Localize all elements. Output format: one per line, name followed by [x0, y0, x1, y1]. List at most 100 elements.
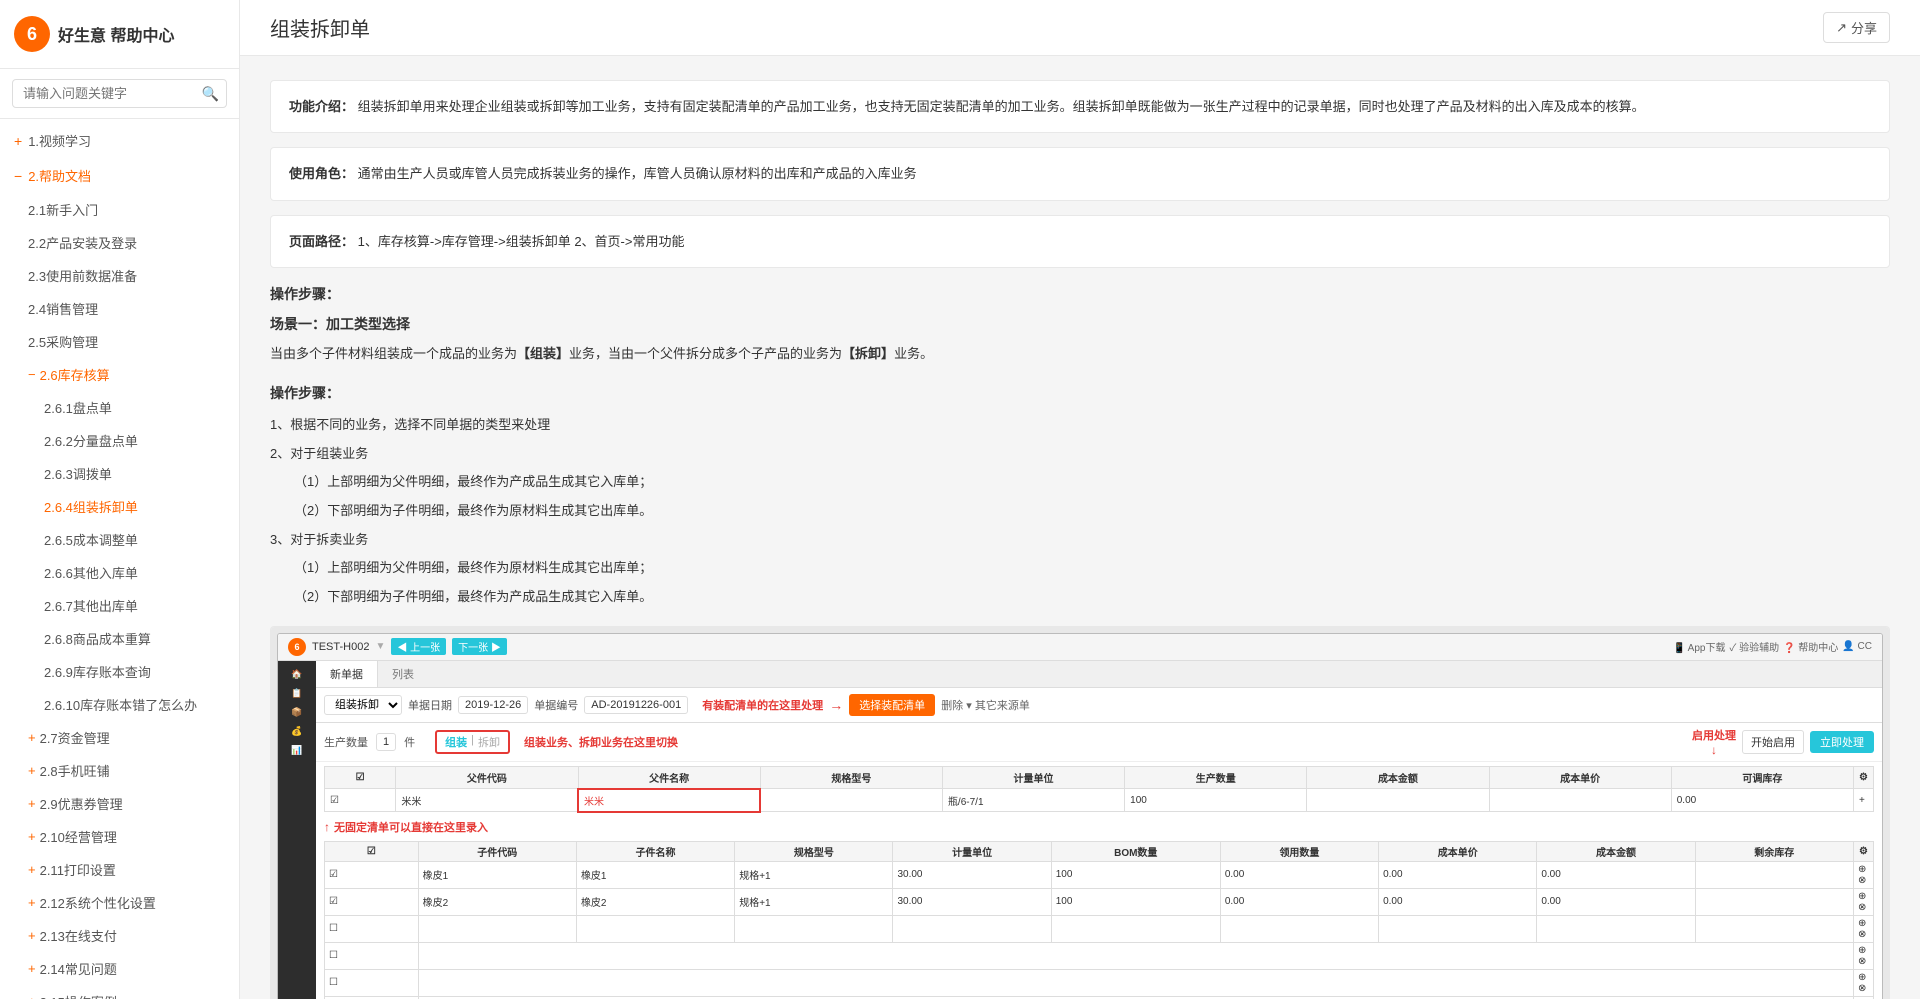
sidebar-item-inventory-4[interactable]: 2.6.4组装拆卸单	[0, 490, 239, 523]
sidebar-item-cases[interactable]: + 2.15操作案例	[0, 985, 239, 999]
mock-sub-col-cost-amt: 成本金额	[1537, 841, 1695, 861]
mock-sidebar-icon4: 💰	[291, 726, 302, 737]
main-header: 组装拆卸单 ↗ 分享	[240, 0, 1920, 56]
annot1-arrow: →	[829, 697, 843, 713]
mock-col-unit: 计量单位	[942, 766, 1124, 789]
sidebar-item-ops[interactable]: + 2.10经营管理	[0, 820, 239, 853]
mock-tab-list[interactable]: 列表	[378, 661, 428, 687]
mock-row1-check[interactable]: ☑	[325, 789, 396, 812]
mock-sub-row-3: ☐	[325, 915, 1874, 942]
page-title: 组装拆卸单	[270, 13, 370, 42]
sidebar-item-docs[interactable]: − 2.帮助文档	[0, 158, 239, 193]
mock-row1-name[interactable]: 米米	[578, 789, 760, 812]
annot4-text: 无固定清单可以直接在这里录入	[334, 819, 488, 835]
mock-col-parent-name: 父件名称	[578, 766, 760, 789]
mock-no-input[interactable]: AD-20191226-001	[584, 696, 688, 714]
sidebar-item-newbie[interactable]: 2.1新手入门	[0, 193, 239, 226]
mock-sub-row-2: ☑ 橡皮2 橡皮2 规格+1 30.00 100 0.00 0.00	[325, 888, 1874, 915]
sidebar-item-inventory-3[interactable]: 2.6.3调拨单	[0, 457, 239, 490]
mock-sidebar-icon5: 📊	[291, 745, 302, 756]
search-input[interactable]	[12, 79, 227, 108]
mock-type-disassemble[interactable]: 拆卸	[478, 734, 500, 750]
sidebar-item-mobile[interactable]: + 2.8手机旺铺	[0, 754, 239, 787]
sidebar-item-faq[interactable]: + 2.14常见问题	[0, 952, 239, 985]
path-box: 页面路径： 1、库存核算->库存管理->组装拆卸单 2、首页->常用功能	[270, 215, 1890, 268]
mock-select-bom-btn[interactable]: 选择装配清单	[849, 694, 935, 716]
expand-icon: +	[14, 133, 22, 149]
share-button[interactable]: ↗ 分享	[1823, 12, 1890, 43]
mock-row1-action[interactable]: +	[1854, 789, 1874, 812]
sidebar-item-sales[interactable]: 2.4销售管理	[0, 292, 239, 325]
sidebar-item-coupon[interactable]: + 2.9优惠券管理	[0, 787, 239, 820]
func-intro-box: 功能介绍： 组装拆卸单用来处理企业组装或拆卸等加工业务，支持有固定装配清单的产品…	[270, 80, 1890, 133]
mock-processing-type-toggle[interactable]: 组装 | 拆卸	[435, 730, 510, 754]
mock-prev-btn[interactable]: ◀ 上一张	[391, 638, 446, 655]
sidebar-item-inventory[interactable]: − 2.6库存核算	[0, 358, 239, 391]
main-area: 组装拆卸单 ↗ 分享 功能介绍： 组装拆卸单用来处理企业组装或拆卸等加工业务，支…	[240, 0, 1920, 999]
func-intro-label: 功能介绍：	[289, 99, 354, 114]
mock-col-prod-qty: 生产数量	[1125, 766, 1307, 789]
mock-tabs: 新单据 列表	[316, 661, 1882, 688]
mock-type-assemble[interactable]: 组装	[445, 734, 467, 750]
sidebar-item-inventory-1[interactable]: 2.6.1盘点单	[0, 391, 239, 424]
mock-col-cost-amt: 成本金额	[1307, 766, 1489, 789]
mock-sub-row-1: ☑ 橡皮1 橡皮1 规格+1 30.00 100 0.00 0.00	[325, 861, 1874, 888]
sidebar-item-inventory-2[interactable]: 2.6.2分量盘点单	[0, 424, 239, 457]
step-3: 3、对于拆卖业务	[270, 528, 1890, 553]
sidebar-item-personalize[interactable]: + 2.12系统个性化设置	[0, 886, 239, 919]
sidebar-item-inventory-10[interactable]: 2.6.10库存账本错了怎么办	[0, 688, 239, 721]
sidebar-item-install[interactable]: 2.2产品安装及登录	[0, 226, 239, 259]
step-3-2: （2）下部明细为子件明细，最终作为产成品生成其它入库单。	[270, 585, 1890, 610]
annot3-text: 启用处理	[1692, 727, 1736, 743]
annot1-text: 有装配清单的在这里处理	[702, 697, 823, 713]
mock-col-check: ☑	[325, 766, 396, 789]
scene1-title: 场景一：加工类型选择	[270, 314, 1890, 334]
step-2-1: （1）上部明细为父件明细，最终作为产成品生成其它入库单；	[270, 470, 1890, 495]
sidebar-logo: 6 好生意 帮助中心	[0, 0, 239, 69]
mock-bottom-table-area: ☑ 子件代码 子件名称 规格型号 计量单位 BOM数量 领用数量 成本单价	[316, 837, 1882, 999]
sidebar-item-inventory-9[interactable]: 2.6.9库存账本查询	[0, 655, 239, 688]
finance-plus-icon: +	[28, 730, 36, 745]
mock-row1-name-text: 米米	[584, 797, 604, 808]
mock-type-select[interactable]: 组装拆卸	[324, 695, 402, 715]
mock-sidebar-icon2: 📋	[291, 688, 302, 699]
mock-sub-col-op: ⚙	[1854, 841, 1874, 861]
search-icon[interactable]: 🔍	[202, 85, 219, 102]
mock-enable-btn[interactable]: 立即处理	[1810, 731, 1874, 753]
inventory-minus-icon: −	[28, 367, 36, 382]
mock-dropdown-icon: ▼	[375, 641, 385, 652]
mock-enable-section: 启用处理 ↓ 开始启用 立即处理	[1692, 727, 1874, 757]
sidebar-item-video[interactable]: + 1.视频学习	[0, 123, 239, 158]
mock-sub-row-4: ☐ ⊕ ⊗	[325, 942, 1874, 969]
mock-col-ops: ⚙	[1854, 766, 1874, 789]
mock-help-icon: ❓ 帮助中心	[1783, 639, 1838, 654]
mock-form-toolbar: 组装拆卸 单据日期 2019-12-26 单据编号 AD-20191226-00…	[316, 688, 1882, 723]
mock-sub-col-unit: 计量单位	[893, 841, 1051, 861]
sidebar-item-print[interactable]: + 2.11打印设置	[0, 853, 239, 886]
mock-qty-input[interactable]: 1	[376, 733, 396, 751]
sidebar-item-online-payment[interactable]: + 2.13在线支付	[0, 919, 239, 952]
sidebar-item-inventory-7[interactable]: 2.6.7其他出库单	[0, 589, 239, 622]
sidebar-item-data-prep[interactable]: 2.3使用前数据准备	[0, 259, 239, 292]
mock-sub-col-spec: 规格型号	[735, 841, 893, 861]
sidebar-item-inventory-6[interactable]: 2.6.6其他入库单	[0, 556, 239, 589]
mock-sub-row-5: ☐ ⊕ ⊗	[325, 969, 1874, 996]
sidebar-item-inventory-5[interactable]: 2.6.5成本调整单	[0, 523, 239, 556]
mock-tab-new[interactable]: 新单据	[316, 661, 378, 687]
sidebar-item-purchase[interactable]: 2.5采购管理	[0, 325, 239, 358]
content-area: 功能介绍： 组装拆卸单用来处理企业组装或拆卸等加工业务，支持有固定装配清单的产品…	[240, 56, 1920, 999]
mock-next-btn[interactable]: 下一张 ▶	[452, 638, 507, 655]
role-label: 使用角色：	[289, 166, 354, 181]
mock-date-input[interactable]: 2019-12-26	[458, 696, 528, 714]
mock-bottom-table: ☑ 子件代码 子件名称 规格型号 计量单位 BOM数量 领用数量 成本单价	[324, 841, 1874, 999]
annot3-arrow: ↓	[1711, 743, 1717, 757]
ops-title: 操作步骤：	[270, 284, 1890, 304]
coupon-plus-icon: +	[28, 796, 36, 811]
mock-sub-col-code: 子件代码	[418, 841, 576, 861]
mobile-plus-icon: +	[28, 763, 36, 778]
sidebar-item-finance[interactable]: + 2.7资金管理	[0, 721, 239, 754]
mock-row1-cost-unit	[1489, 789, 1671, 812]
mock-logo: 6	[288, 638, 306, 656]
mock-annot4-row: ↑ 无固定清单可以直接在这里录入	[316, 817, 1882, 837]
sidebar-item-inventory-8[interactable]: 2.6.8商品成本重算	[0, 622, 239, 655]
